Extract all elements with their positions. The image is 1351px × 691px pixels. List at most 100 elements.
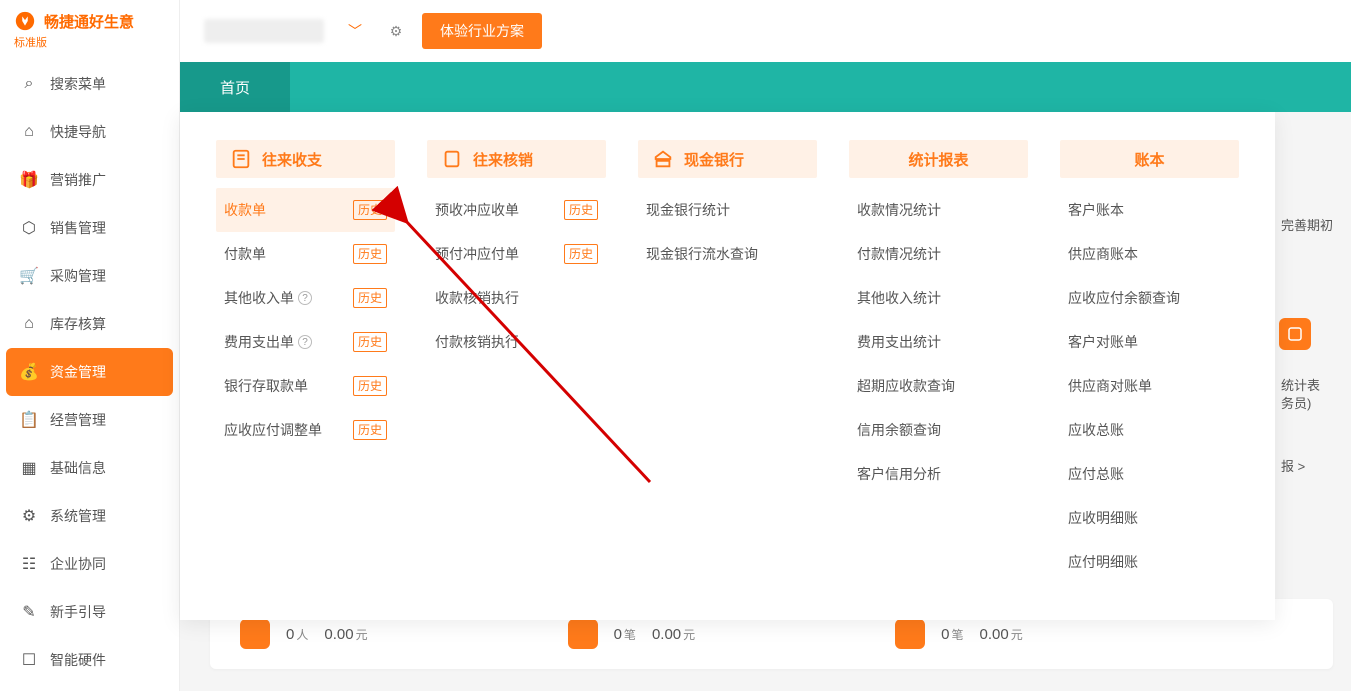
right-hint-report[interactable]: 报 >	[1281, 456, 1351, 475]
tabbar: 首页	[180, 62, 1351, 112]
right-floating-icon[interactable]	[1279, 318, 1311, 350]
sidebar-item-label: 智能硬件	[50, 650, 106, 670]
team-icon: ☷	[20, 555, 38, 573]
megamenu-col-ledger: 账本 客户账本 供应商账本 应收应付余额查询 客户对账单 供应商对账单 应收总账…	[1044, 140, 1255, 592]
menu-item-overdue-query[interactable]: 超期应收款查询	[849, 364, 1028, 408]
menu-item-credit-analysis[interactable]: 客户信用分析	[849, 452, 1028, 496]
sidebar-item-label: 采购管理	[50, 266, 106, 286]
stat-card-3: 0笔 0.00元	[895, 619, 1023, 649]
menu-item-pay-stats[interactable]: 付款情况统计	[849, 232, 1028, 276]
home-icon: ⌂	[20, 123, 38, 141]
sidebar-item-search[interactable]: ⌕搜索菜单	[0, 60, 179, 108]
history-badge[interactable]: 历史	[353, 376, 387, 396]
menu-item-cash-flow[interactable]: 现金银行流水查询	[638, 232, 817, 276]
sidebar-item-label: 基础信息	[50, 458, 106, 478]
menu-item-customer-ledger[interactable]: 客户账本	[1060, 188, 1239, 232]
brand-name: 畅捷通好生意	[44, 11, 134, 32]
sidebar: 畅捷通好生意 标准版 ⌕搜索菜单 ⌂ 快捷导航 🎁营销推广 ⬡ 销售管理 🛒采购管理…	[0, 0, 180, 691]
tab-home[interactable]: 首页	[180, 62, 290, 112]
menu-item-credit-balance[interactable]: 信用余额查询	[849, 408, 1028, 452]
menu-item-pay-exec[interactable]: 付款核销执行	[427, 320, 606, 364]
menu-item-recv-ledger[interactable]: 应收总账	[1060, 408, 1239, 452]
menu-item-pay-detail[interactable]: 应付明细账	[1060, 540, 1239, 584]
receipt-icon	[230, 148, 252, 170]
sidebar-item-label: 资金管理	[50, 362, 106, 382]
brand-edition: 标准版	[0, 34, 179, 50]
history-badge[interactable]: 历史	[564, 244, 598, 264]
money-icon: 💰	[20, 363, 38, 381]
search-icon: ⌕	[20, 75, 38, 93]
sidebar-item-basic[interactable]: ▦ 基础信息	[0, 444, 179, 492]
sales-icon: ⬡	[20, 219, 38, 237]
menu-item-bank-transfer[interactable]: 银行存取款单历史	[216, 364, 395, 408]
col-title: 统计报表	[908, 149, 968, 170]
megamenu-col-reports: 统计报表 收款情况统计 付款情况统计 其他收入统计 费用支出统计 超期应收款查询…	[833, 140, 1044, 592]
megamenu-col-cashbank: 现金银行 现金银行统计 现金银行流水查询	[622, 140, 833, 592]
menu-item-expense[interactable]: 费用支出单?历史	[216, 320, 395, 364]
history-badge[interactable]: 历史	[353, 244, 387, 264]
history-badge[interactable]: 历史	[353, 420, 387, 440]
stat-icon	[240, 619, 270, 649]
right-hint-stats: 统计表	[1281, 375, 1351, 394]
sidebar-item-quicknav[interactable]: ⌂ 快捷导航	[0, 108, 179, 156]
megamenu-col-header: 统计报表	[849, 140, 1028, 178]
menu-item-recv-detail[interactable]: 应收明细账	[1060, 496, 1239, 540]
sidebar-item-funding[interactable]: 💰 资金管理	[6, 348, 173, 396]
sidebar-item-label: 销售管理	[50, 218, 106, 238]
menu-item-advance-recv[interactable]: 预收冲应收单历史	[427, 188, 606, 232]
menu-item-expense-stats[interactable]: 费用支出统计	[849, 320, 1028, 364]
sidebar-item-label: 营销推广	[50, 170, 106, 190]
sidebar-item-hardware[interactable]: ☐智能硬件	[0, 636, 179, 684]
menu-item-cash-stats[interactable]: 现金银行统计	[638, 188, 817, 232]
col-title: 往来收支	[262, 149, 322, 170]
industry-plan-button[interactable]: 体验行业方案	[422, 13, 542, 49]
clipboard-icon: 📋	[20, 411, 38, 429]
org-name-masked	[204, 19, 324, 43]
sidebar-item-guide[interactable]: ✎新手引导	[0, 588, 179, 636]
sidebar-item-operation[interactable]: 📋经营管理	[0, 396, 179, 444]
menu-item-payment[interactable]: 付款单历史	[216, 232, 395, 276]
settings-gear-icon[interactable]: ⚙	[386, 21, 406, 41]
menu-item-supplier-ledger[interactable]: 供应商账本	[1060, 232, 1239, 276]
menu-item-balance-query[interactable]: 应收应付余额查询	[1060, 276, 1239, 320]
menu-item-customer-statement[interactable]: 客户对账单	[1060, 320, 1239, 364]
history-badge[interactable]: 历史	[353, 288, 387, 308]
col-title: 往来核销	[473, 149, 533, 170]
megamenu-col-writeoff: 往来核销 预收冲应收单历史 预付冲应付单历史 收款核销执行 付款核销执行	[411, 140, 622, 592]
sidebar-item-system[interactable]: ⚙ 系统管理	[0, 492, 179, 540]
help-icon[interactable]: ?	[298, 291, 312, 305]
menu-item-recv-stats[interactable]: 收款情况统计	[849, 188, 1028, 232]
megamenu-col-header: 往来核销	[427, 140, 606, 178]
help-icon[interactable]: ?	[298, 335, 312, 349]
menu-item-recv-exec[interactable]: 收款核销执行	[427, 276, 606, 320]
col-title: 账本	[1134, 149, 1164, 170]
menu-item-receipt[interactable]: 收款单历史	[216, 188, 395, 232]
menu-item-pay-ledger[interactable]: 应付总账	[1060, 452, 1239, 496]
writeoff-icon	[441, 148, 463, 170]
sidebar-item-label: 库存核算	[50, 314, 106, 334]
menu-item-other-income-stats[interactable]: 其他收入统计	[849, 276, 1028, 320]
sidebar-item-purchase[interactable]: 🛒采购管理	[0, 252, 179, 300]
megamenu-col-header: 账本	[1060, 140, 1239, 178]
stat-icon	[568, 619, 598, 649]
grid-icon: ▦	[20, 459, 38, 477]
sidebar-item-inventory[interactable]: ⌂库存核算	[0, 300, 179, 348]
menu-item-advance-pay[interactable]: 预付冲应付单历史	[427, 232, 606, 276]
gear-icon: ⚙	[20, 507, 38, 525]
menu-item-adjust[interactable]: 应收应付调整单历史	[216, 408, 395, 452]
sidebar-item-marketing[interactable]: 🎁营销推广	[0, 156, 179, 204]
right-hint-initial: 完善期初	[1281, 215, 1351, 234]
history-badge[interactable]: 历史	[564, 200, 598, 220]
sidebar-item-label: 系统管理	[50, 506, 106, 526]
history-badge[interactable]: 历史	[353, 200, 387, 220]
sidebar-item-label: 快捷导航	[50, 122, 106, 142]
brand-icon	[14, 10, 36, 32]
stat-card-2: 0笔 0.00元	[568, 619, 696, 649]
menu-item-supplier-statement[interactable]: 供应商对账单	[1060, 364, 1239, 408]
menu-item-other-income[interactable]: 其他收入单?历史	[216, 276, 395, 320]
sidebar-item-sales[interactable]: ⬡ 销售管理	[0, 204, 179, 252]
history-badge[interactable]: 历史	[353, 332, 387, 352]
right-hint-sales: 务员)	[1281, 393, 1351, 412]
sidebar-item-enterprise[interactable]: ☷企业协同	[0, 540, 179, 588]
chevron-down-icon[interactable]: ﹀	[340, 15, 370, 47]
